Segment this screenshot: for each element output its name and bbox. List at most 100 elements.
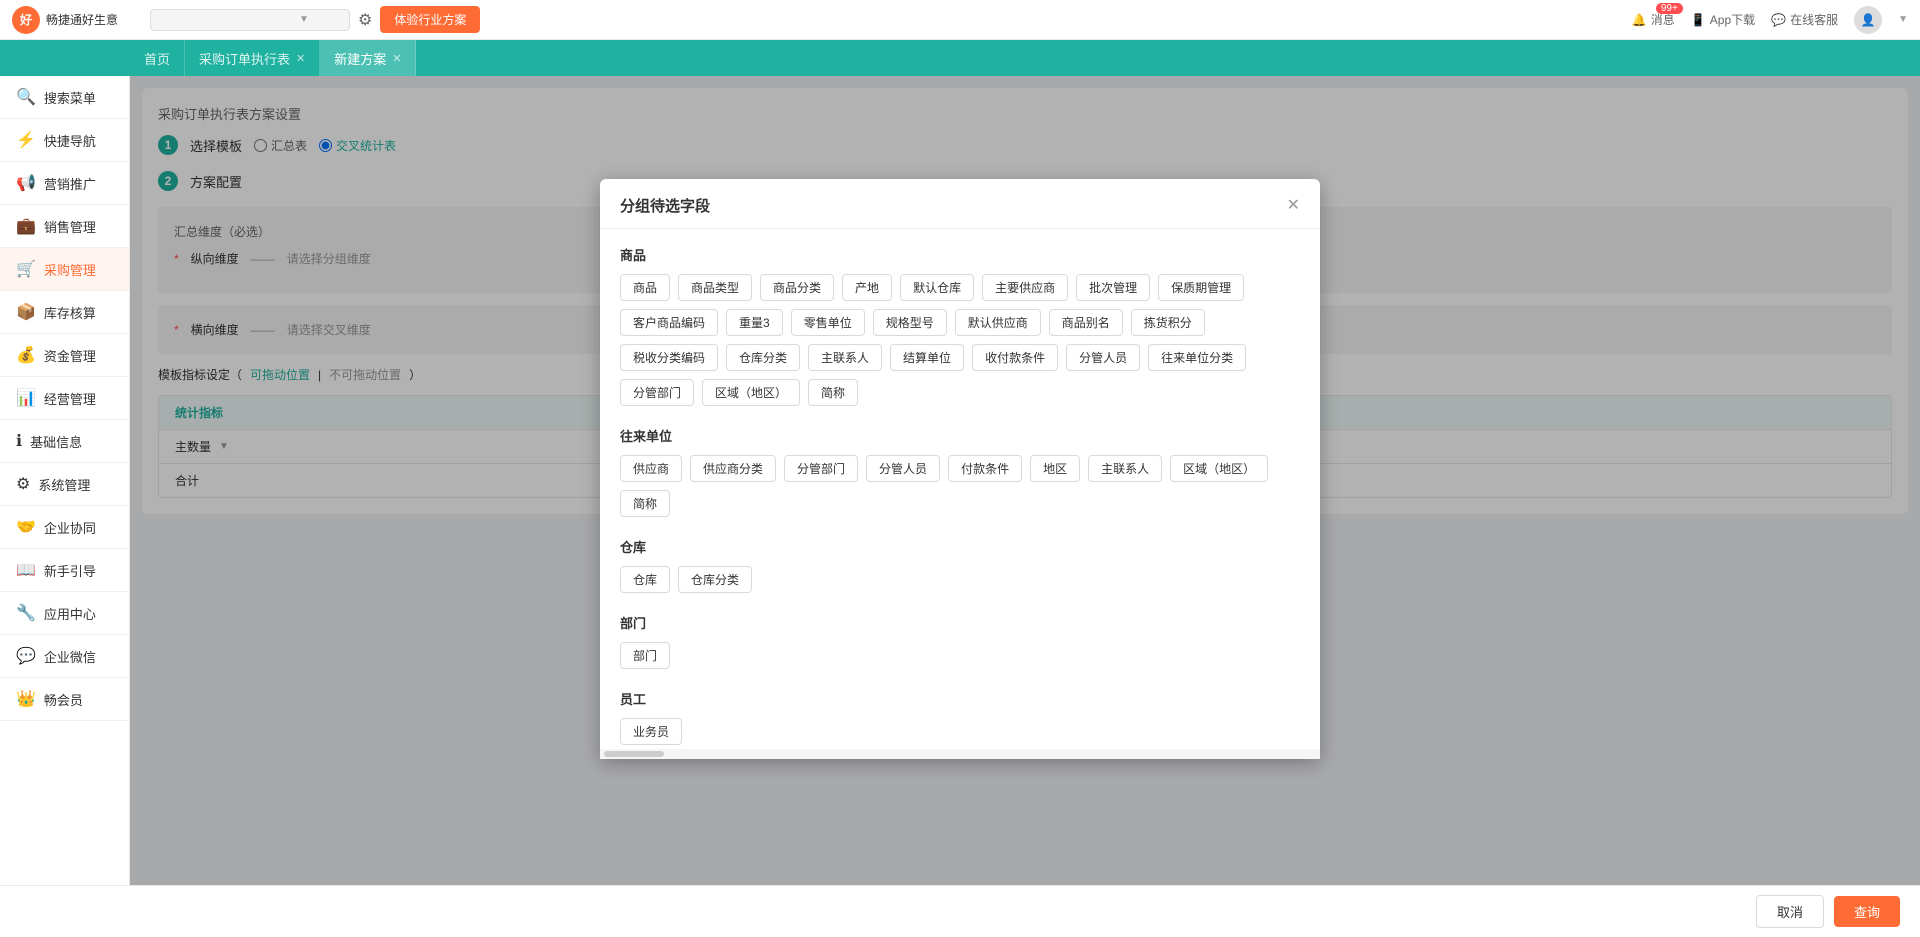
field-tag-region[interactable]: 区域（地区）	[702, 379, 800, 406]
search-box[interactable]: ▼	[150, 9, 350, 31]
sidebar-item-quick-nav[interactable]: ⚡ 快捷导航	[0, 119, 129, 162]
tab-home-label: 首页	[144, 49, 170, 68]
field-tag-default-supplier[interactable]: 默认供应商	[955, 309, 1041, 336]
confirm-button[interactable]: 查询	[1834, 896, 1900, 927]
field-tag-main-contact2[interactable]: 主联系人	[1088, 455, 1162, 482]
field-tag-partner-category[interactable]: 往来单位分类	[1148, 344, 1246, 371]
sidebar-item-basic-info[interactable]: ℹ 基础信息	[0, 420, 129, 463]
basic-info-icon: ℹ	[16, 431, 22, 451]
modal-body: 商品 商品 商品类型 商品分类 产地 默认仓库 主要供应商 批次管理 保质期管理…	[600, 229, 1320, 750]
settings-icon[interactable]: ⚙	[358, 10, 372, 30]
section-dept: 部门 部门	[620, 613, 1300, 669]
field-tag-salesperson[interactable]: 业务员	[620, 718, 682, 745]
field-select-modal: 分组待选字段 ✕ 商品 商品 商品类型 商品分类 产地 默认仓库 主要供应商 批…	[600, 179, 1320, 759]
cancel-button[interactable]: 取消	[1756, 895, 1824, 928]
sidebar-label-sales: 销售管理	[44, 217, 96, 236]
field-tag-supervisor2[interactable]: 分管人员	[866, 455, 940, 482]
field-tag-product[interactable]: 商品	[620, 274, 670, 301]
tab-home[interactable]: 首页	[130, 40, 185, 76]
sidebar-label-member: 畅会员	[44, 690, 83, 709]
field-tag-supervisor[interactable]: 分管人员	[1066, 344, 1140, 371]
field-tag-product-category[interactable]: 商品分类	[760, 274, 834, 301]
sidebar-label-collab: 企业协同	[44, 518, 96, 537]
field-tag-main-contact[interactable]: 主联系人	[808, 344, 882, 371]
field-tag-main-supplier[interactable]: 主要供应商	[982, 274, 1068, 301]
tab-purchase-order[interactable]: 采购订单执行表 ✕	[185, 40, 320, 76]
finance-icon: 💰	[16, 345, 36, 365]
field-tag-area[interactable]: 地区	[1030, 455, 1080, 482]
field-tag-supplier[interactable]: 供应商	[620, 455, 682, 482]
sidebar-item-guide[interactable]: 📖 新手引导	[0, 549, 129, 592]
sidebar-item-collab[interactable]: 🤝 企业协同	[0, 506, 129, 549]
field-tag-payment-cond[interactable]: 付款条件	[948, 455, 1022, 482]
user-avatar[interactable]: 👤	[1854, 6, 1882, 34]
field-tag-spec-model[interactable]: 规格型号	[873, 309, 947, 336]
field-tag-default-warehouse[interactable]: 默认仓库	[900, 274, 974, 301]
field-tag-dept-managed[interactable]: 分管部门	[620, 379, 694, 406]
search-input[interactable]	[159, 13, 299, 27]
field-tag-pick-points[interactable]: 拣货积分	[1131, 309, 1205, 336]
sidebar-label-finance: 资金管理	[44, 346, 96, 365]
app-download[interactable]: 📱 App下载	[1691, 11, 1755, 28]
service-icon: 💬	[1771, 13, 1786, 27]
field-tag-abbrev2[interactable]: 简称	[620, 490, 670, 517]
field-tag-warehouse-cat[interactable]: 仓库分类	[678, 566, 752, 593]
sidebar-item-marketing[interactable]: 📢 营销推广	[0, 162, 129, 205]
search-menu-icon: 🔍	[16, 87, 36, 107]
sidebar-item-search[interactable]: 🔍 搜索菜单	[0, 76, 129, 119]
online-service[interactable]: 💬 在线客服	[1771, 11, 1838, 28]
sales-icon: 💼	[16, 216, 36, 236]
field-tag-warehouse-category[interactable]: 仓库分类	[726, 344, 800, 371]
section-product-title: 商品	[620, 245, 1300, 264]
sidebar-item-operations[interactable]: 📊 经营管理	[0, 377, 129, 420]
tab-new-label: 新建方案	[334, 49, 386, 68]
field-tag-dept[interactable]: 部门	[620, 642, 670, 669]
section-partner: 往来单位 供应商 供应商分类 分管部门 分管人员 付款条件 地区 主联系人 区域…	[620, 426, 1300, 517]
sidebar-item-system[interactable]: ⚙ 系统管理	[0, 463, 129, 506]
system-icon: ⚙	[16, 474, 30, 494]
sidebar-item-purchase[interactable]: 🛒 采购管理	[0, 248, 129, 291]
sidebar-label-quicknav: 快捷导航	[44, 131, 96, 150]
sidebar-item-wechat[interactable]: 💬 企业微信	[0, 635, 129, 678]
appcenter-icon: 🔧	[16, 603, 36, 623]
header-search: ▼ ⚙ 体验行业方案	[150, 6, 1624, 33]
modal-hscroll[interactable]	[600, 749, 1320, 758]
field-tag-retail-unit[interactable]: 零售单位	[791, 309, 865, 336]
field-tag-product-alias[interactable]: 商品别名	[1049, 309, 1123, 336]
sidebar-item-member[interactable]: 👑 畅会员	[0, 678, 129, 721]
sidebar-item-appcenter[interactable]: 🔧 应用中心	[0, 592, 129, 635]
field-tag-dept-managed2[interactable]: 分管部门	[784, 455, 858, 482]
sidebar-label-appcenter: 应用中心	[44, 604, 96, 623]
search-dropdown-icon[interactable]: ▼	[299, 14, 309, 25]
tab-new-plan[interactable]: 新建方案 ✕	[320, 40, 416, 76]
section-product: 商品 商品 商品类型 商品分类 产地 默认仓库 主要供应商 批次管理 保质期管理…	[620, 245, 1300, 406]
quick-nav-icon: ⚡	[16, 130, 36, 150]
tab-purchase-close[interactable]: ✕	[296, 52, 305, 65]
user-expand-icon[interactable]: ▼	[1898, 14, 1908, 25]
field-tag-expiry-mgmt[interactable]: 保质期管理	[1158, 274, 1244, 301]
field-tag-settlement-unit[interactable]: 结算单位	[890, 344, 964, 371]
field-tag-supplier-cat[interactable]: 供应商分类	[690, 455, 776, 482]
field-tag-customer-code[interactable]: 客户商品编码	[620, 309, 718, 336]
field-tag-origin[interactable]: 产地	[842, 274, 892, 301]
product-field-tags: 商品 商品类型 商品分类 产地 默认仓库 主要供应商 批次管理 保质期管理 客户…	[620, 274, 1300, 406]
field-tag-product-type[interactable]: 商品类型	[678, 274, 752, 301]
download-icon: 📱	[1691, 13, 1706, 27]
tab-new-close[interactable]: ✕	[392, 52, 401, 65]
field-tag-tax-code[interactable]: 税收分类编码	[620, 344, 718, 371]
sidebar-item-finance[interactable]: 💰 资金管理	[0, 334, 129, 377]
field-tag-batch-mgmt[interactable]: 批次管理	[1076, 274, 1150, 301]
sidebar-item-sales[interactable]: 💼 销售管理	[0, 205, 129, 248]
sidebar-label-system: 系统管理	[38, 475, 90, 494]
notification-area[interactable]: 🔔 消息 99+	[1632, 11, 1675, 28]
sidebar-item-inventory[interactable]: 📦 库存核算	[0, 291, 129, 334]
field-tag-payment-terms[interactable]: 收付款条件	[972, 344, 1058, 371]
modal-close-button[interactable]: ✕	[1287, 195, 1300, 215]
field-tag-warehouse[interactable]: 仓库	[620, 566, 670, 593]
field-tag-abbreviation[interactable]: 简称	[808, 379, 858, 406]
trial-button[interactable]: 体验行业方案	[380, 6, 480, 33]
section-partner-title: 往来单位	[620, 426, 1300, 445]
tab-bar: 首页 采购订单执行表 ✕ 新建方案 ✕	[0, 40, 1920, 76]
field-tag-weight3[interactable]: 重量3	[726, 309, 783, 336]
field-tag-region2[interactable]: 区域（地区）	[1170, 455, 1268, 482]
